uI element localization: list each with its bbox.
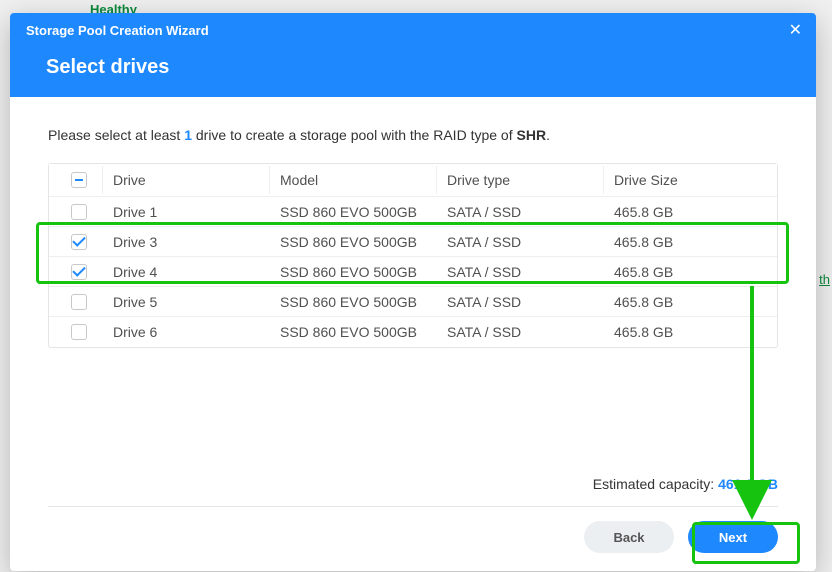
instruction-mid: drive to create a storage pool with the … — [192, 127, 517, 143]
cell-model: SSD 860 EVO 500GB — [270, 200, 437, 224]
drive-table: Drive Model Drive type Drive Size Drive … — [48, 163, 778, 348]
row-checkbox[interactable] — [71, 204, 87, 220]
row-checkbox[interactable] — [71, 324, 87, 340]
cell-drive: Drive 3 — [103, 230, 270, 254]
cell-type: SATA / SSD — [437, 260, 604, 284]
cell-model: SSD 860 EVO 500GB — [270, 290, 437, 314]
cell-type: SATA / SSD — [437, 200, 604, 224]
instruction-raid-type: SHR — [517, 127, 547, 143]
row-checkbox[interactable] — [71, 264, 87, 280]
col-drive[interactable]: Drive — [103, 166, 270, 194]
instruction-prefix: Please select at least — [48, 127, 184, 143]
cell-type: SATA / SSD — [437, 320, 604, 344]
instruction-text: Please select at least 1 drive to create… — [48, 127, 778, 143]
wizard-title: Storage Pool Creation Wizard — [26, 23, 800, 38]
cell-drive: Drive 6 — [103, 320, 270, 344]
estimated-capacity: Estimated capacity: 461.1 GB — [48, 476, 778, 492]
cell-model: SSD 860 EVO 500GB — [270, 230, 437, 254]
instruction-suffix: . — [546, 127, 550, 143]
select-all-checkbox[interactable] — [71, 172, 87, 188]
table-row[interactable]: Drive 4 SSD 860 EVO 500GB SATA / SSD 465… — [49, 257, 777, 287]
cell-type: SATA / SSD — [437, 230, 604, 254]
capacity-value: 461.1 GB — [718, 476, 778, 492]
modal-header: Storage Pool Creation Wizard ✕ Select dr… — [10, 13, 816, 97]
bg-link-fragment: th — [819, 272, 830, 287]
footer-divider — [48, 506, 778, 507]
table-row[interactable]: Drive 3 SSD 860 EVO 500GB SATA / SSD 465… — [49, 227, 777, 257]
col-model[interactable]: Model — [270, 166, 437, 194]
col-drive-size[interactable]: Drive Size — [604, 166, 771, 194]
cell-size: 465.8 GB — [604, 230, 771, 254]
next-button[interactable]: Next — [688, 521, 778, 553]
cell-size: 465.8 GB — [604, 200, 771, 224]
cell-model: SSD 860 EVO 500GB — [270, 260, 437, 284]
modal-footer: Estimated capacity: 461.1 GB Back Next — [10, 466, 816, 571]
cell-size: 465.8 GB — [604, 290, 771, 314]
row-checkbox[interactable] — [71, 234, 87, 250]
select-all-cell — [55, 166, 103, 194]
storage-pool-wizard-modal: Storage Pool Creation Wizard ✕ Select dr… — [10, 13, 816, 571]
cell-drive: Drive 4 — [103, 260, 270, 284]
capacity-label: Estimated capacity: — [593, 476, 718, 492]
cell-size: 465.8 GB — [604, 260, 771, 284]
cell-drive: Drive 5 — [103, 290, 270, 314]
col-drive-type[interactable]: Drive type — [437, 166, 604, 194]
table-header-row: Drive Model Drive type Drive Size — [49, 164, 777, 197]
close-icon[interactable]: ✕ — [789, 23, 802, 39]
cell-drive: Drive 1 — [103, 200, 270, 224]
row-checkbox[interactable] — [71, 294, 87, 310]
instruction-drive-count: 1 — [184, 127, 192, 143]
cell-size: 465.8 GB — [604, 320, 771, 344]
table-row[interactable]: Drive 5 SSD 860 EVO 500GB SATA / SSD 465… — [49, 287, 777, 317]
table-row[interactable]: Drive 6 SSD 860 EVO 500GB SATA / SSD 465… — [49, 317, 777, 347]
cell-type: SATA / SSD — [437, 290, 604, 314]
cell-model: SSD 860 EVO 500GB — [270, 320, 437, 344]
modal-body: Please select at least 1 drive to create… — [10, 97, 816, 466]
back-button[interactable]: Back — [584, 521, 674, 553]
footer-buttons: Back Next — [48, 521, 778, 553]
table-row[interactable]: Drive 1 SSD 860 EVO 500GB SATA / SSD 465… — [49, 197, 777, 227]
step-title: Select drives — [46, 56, 800, 79]
